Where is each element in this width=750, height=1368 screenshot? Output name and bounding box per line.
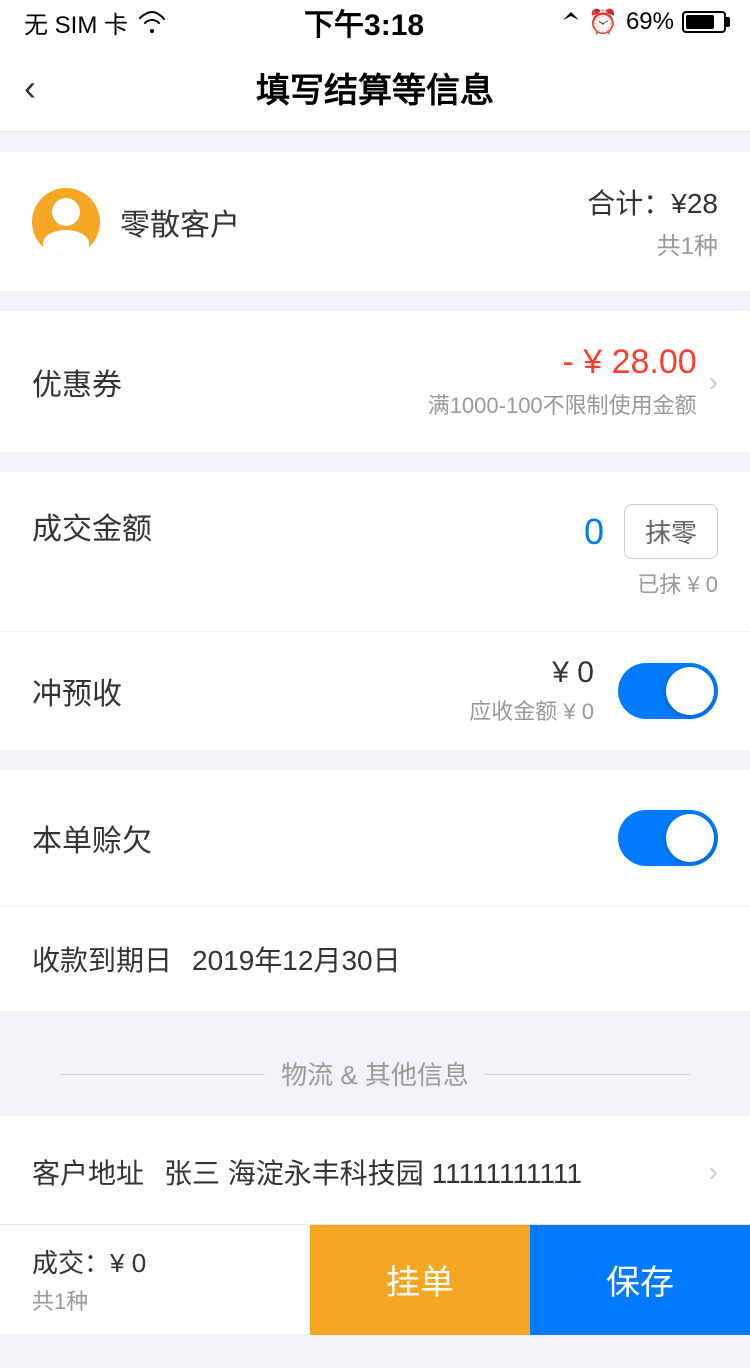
hang-order-button[interactable]: 挂单: [310, 1225, 530, 1335]
due-date-label: 收款到期日: [32, 939, 172, 979]
credit-row: 本单赊欠: [0, 770, 750, 906]
prepay-value: ¥ 0 应收金额 ¥ 0: [469, 656, 594, 726]
prepayment-row: 冲预收 ¥ 0 应收金额 ¥ 0: [0, 631, 750, 750]
prepay-receivable: 应收金额 ¥ 0: [469, 694, 594, 726]
page-title: 填写结算等信息: [256, 63, 494, 112]
status-right: ⏰ 69%: [562, 8, 726, 37]
main-content: 零散客户 合计：¥28 共1种 优惠券 - ¥ 28.00 满1000-100不…: [0, 152, 750, 1368]
bottom-deal-amount: 成交：¥ 0: [32, 1243, 278, 1280]
coupon-label: 优惠券: [32, 360, 122, 404]
status-bar: 无 SIM 卡 下午3:18 ⏰ 69%: [0, 0, 750, 44]
deal-amount-row: 成交金额 0 抹零 已抹 ¥ 0: [0, 472, 750, 631]
alarm-icon: ⏰: [588, 8, 618, 37]
address-row[interactable]: 客户地址 张三 海淀永丰科技园 11111111111 ›: [0, 1116, 750, 1228]
credit-toggle[interactable]: [618, 810, 718, 866]
customer-section: 零散客户 合计：¥28 共1种: [0, 152, 750, 291]
customer-name: 零散客户: [120, 200, 240, 244]
credit-toggle-knob: [666, 814, 714, 862]
prepay-amount: ¥ 0: [469, 656, 594, 690]
address-label: 客户地址: [32, 1152, 144, 1192]
credit-label: 本单赊欠: [32, 816, 152, 860]
due-date-value: 2019年12月30日: [192, 939, 401, 979]
status-time: 下午3:18: [304, 0, 424, 44]
back-button[interactable]: ‹: [24, 67, 36, 109]
coupon-desc: 满1000-100不限制使用金额: [428, 388, 697, 420]
location-icon: [562, 11, 580, 33]
nav-bar: ‹ 填写结算等信息: [0, 44, 750, 132]
save-button[interactable]: 保存: [530, 1225, 750, 1335]
address-section[interactable]: 客户地址 张三 海淀永丰科技园 11111111111 ›: [0, 1116, 750, 1228]
customer-left: 零散客户: [32, 188, 240, 256]
total-amount: 合计：¥28: [587, 182, 718, 222]
address-value: 张三 海淀永丰科技园 11111111111: [164, 1152, 709, 1192]
total-count: 共1种: [587, 226, 718, 261]
deal-value-wrap: 0 抹零: [544, 504, 718, 559]
address-chevron-icon: ›: [709, 1156, 718, 1188]
toggle-knob: [666, 667, 714, 715]
battery-icon: [682, 11, 726, 33]
logistics-header: 物流 & 其他信息: [0, 1031, 750, 1116]
due-date-row: 收款到期日 2019年12月30日: [0, 906, 750, 1011]
coupon-value-right: - ¥ 28.00 满1000-100不限制使用金额 ›: [428, 343, 718, 420]
already-zero-text: 已抹 ¥ 0: [544, 567, 718, 599]
status-left: 无 SIM 卡: [24, 5, 166, 40]
prepayment-toggle[interactable]: [618, 663, 718, 719]
bottom-deal-value: ¥ 0: [110, 1248, 146, 1278]
bottom-info: 成交：¥ 0 共1种: [0, 1243, 310, 1316]
deal-section: 成交金额 0 抹零 已抹 ¥ 0 冲预收 ¥ 0 应收金额 ¥ 0: [0, 472, 750, 750]
prepay-label: 冲预收: [32, 669, 122, 713]
logistics-text-wrap: 物流 & 其他信息: [265, 1055, 485, 1092]
coupon-row[interactable]: 优惠券 - ¥ 28.00 满1000-100不限制使用金额 ›: [0, 311, 750, 452]
no-sim-text: 无 SIM 卡: [24, 5, 128, 40]
deal-amount-value[interactable]: 0: [544, 511, 604, 553]
customer-avatar: [32, 188, 100, 256]
bottom-count: 共1种: [32, 1284, 278, 1316]
customer-row: 零散客户 合计：¥28 共1种: [0, 152, 750, 291]
bottom-deal-label: 成交：: [32, 1248, 110, 1278]
bottom-bar: 成交：¥ 0 共1种 挂单 保存: [0, 1224, 750, 1334]
battery-percent: 69%: [626, 8, 674, 36]
coupon-value-wrap: - ¥ 28.00 满1000-100不限制使用金额: [428, 343, 697, 420]
wifi-icon: [138, 11, 166, 33]
round-zero-button[interactable]: 抹零: [624, 504, 718, 559]
coupon-amount: - ¥ 28.00: [428, 343, 697, 382]
logistics-title: 物流 & 其他信息: [281, 1060, 469, 1090]
deal-label: 成交金额: [32, 504, 152, 548]
coupon-chevron-icon: ›: [709, 366, 718, 398]
customer-summary: 合计：¥28 共1种: [587, 182, 718, 261]
coupon-section[interactable]: 优惠券 - ¥ 28.00 满1000-100不限制使用金额 ›: [0, 311, 750, 452]
credit-section: 本单赊欠 收款到期日 2019年12月30日: [0, 770, 750, 1011]
